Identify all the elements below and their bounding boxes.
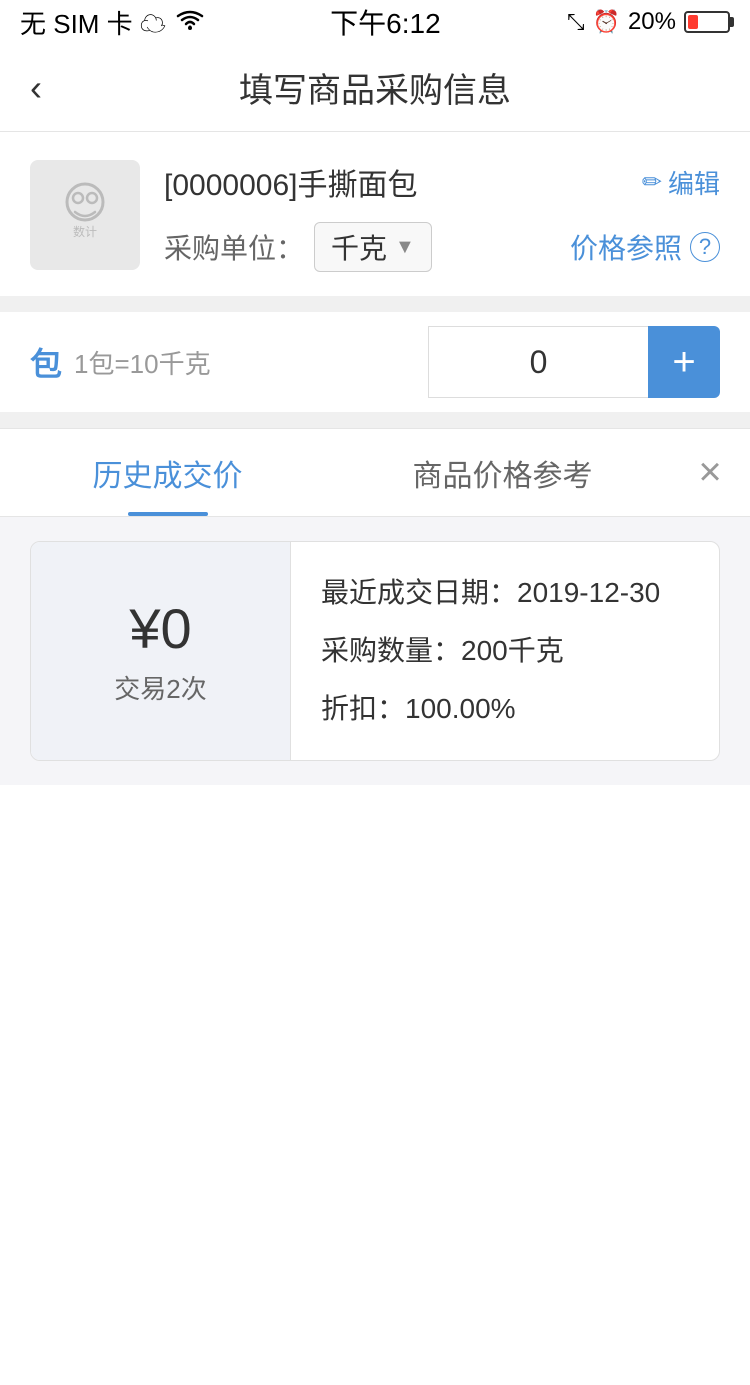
product-name: [0000006]手撕面包 — [164, 160, 417, 204]
main-content-area — [0, 785, 750, 1385]
dropdown-arrow-icon: ▼ — [395, 236, 415, 259]
discount-row: 折扣：100.00% — [321, 688, 689, 730]
recent-date-value: 2019-12-30 — [517, 577, 660, 608]
history-price-value: ¥0 — [129, 596, 191, 661]
status-time: 下午6:12 — [330, 2, 441, 42]
quantity-left: 包 1包=10千克 — [30, 339, 211, 385]
quantity-input[interactable] — [428, 326, 648, 398]
recent-date-label: 最近成交日期： — [321, 577, 517, 608]
unit-badge: 包 — [30, 339, 62, 385]
alarm-icon: ⏰ — [593, 9, 620, 35]
price-ref-button[interactable]: 价格参照 ? — [570, 227, 720, 267]
edit-icon: ✏ — [642, 168, 662, 197]
tab-active-indicator — [128, 512, 208, 516]
tabs-header: 历史成交价 商品价格参考 × — [0, 429, 750, 517]
purchase-qty-row: 采购数量：200千克 — [321, 630, 689, 672]
tab-price-ref[interactable]: 商品价格参考 — [335, 429, 670, 516]
wifi-icon — [176, 7, 204, 38]
battery-icon — [684, 11, 730, 33]
tabs-section: 历史成交价 商品价格参考 × ¥0 交易2次 最近成交日期：2019-12-30… — [0, 428, 750, 785]
history-card: ¥0 交易2次 最近成交日期：2019-12-30 采购数量：200千克 折扣：… — [30, 541, 720, 761]
nav-bar: ‹ 填写商品采购信息 — [0, 44, 750, 132]
discount-label: 折扣： — [321, 693, 405, 724]
purchase-qty-label: 采购数量： — [321, 635, 461, 666]
battery-percent: 20% — [628, 8, 676, 36]
quantity-plus-button[interactable]: + — [648, 326, 720, 398]
price-number: 0 — [161, 597, 192, 660]
price-symbol: ¥ — [129, 597, 160, 660]
discount-value: 100.00% — [405, 693, 516, 724]
status-bar: 无 SIM 卡 ☁ 下午6:12 ⤡ ⏰ 20% — [0, 0, 750, 44]
page-title: 填写商品采购信息 — [239, 63, 511, 112]
history-price-block: ¥0 交易2次 — [31, 542, 291, 760]
purchase-qty-value: 200千克 — [461, 635, 564, 666]
svg-text:数计: 数计 — [73, 224, 97, 239]
product-section: 数计 [0000006]手撕面包 ✏ 编辑 采购单位： 千克 ▼ — [0, 132, 750, 296]
quantity-input-row: + — [428, 326, 720, 398]
edit-button[interactable]: ✏ 编辑 — [642, 164, 720, 201]
status-right: ⤡ ⏰ 20% — [567, 8, 730, 36]
unit-select[interactable]: 千克 ▼ — [314, 222, 432, 272]
product-info: [0000006]手撕面包 ✏ 编辑 采购单位： 千克 ▼ 价格参照 ? — [164, 160, 720, 272]
back-button[interactable]: ‹ — [30, 67, 42, 109]
close-button[interactable]: × — [670, 429, 750, 517]
unit-label: 采购单位： 千克 ▼ — [164, 222, 432, 272]
tab-history-price[interactable]: 历史成交价 — [0, 429, 335, 516]
tabs-content: ¥0 交易2次 最近成交日期：2019-12-30 采购数量：200千克 折扣：… — [0, 517, 750, 785]
history-details: 最近成交日期：2019-12-30 采购数量：200千克 折扣：100.00% — [291, 542, 719, 760]
unit-conversion: 1包=10千克 — [74, 344, 211, 381]
quantity-section: 包 1包=10千克 + — [0, 312, 750, 412]
product-thumb-icon: 数计 — [50, 174, 120, 257]
status-left: 无 SIM 卡 ☁ — [20, 4, 204, 41]
tab-price-ref-label: 商品价格参考 — [413, 451, 593, 495]
info-icon: ? — [690, 232, 720, 262]
transaction-count: 交易2次 — [114, 669, 206, 706]
tab-history-label: 历史成交价 — [93, 451, 243, 495]
sim-text: 无 SIM 卡 ☁ — [20, 4, 166, 41]
product-thumbnail: 数计 — [30, 160, 140, 270]
location-icon: ⤡ — [567, 9, 585, 35]
section-divider — [0, 296, 750, 312]
recent-date-row: 最近成交日期：2019-12-30 — [321, 572, 689, 614]
